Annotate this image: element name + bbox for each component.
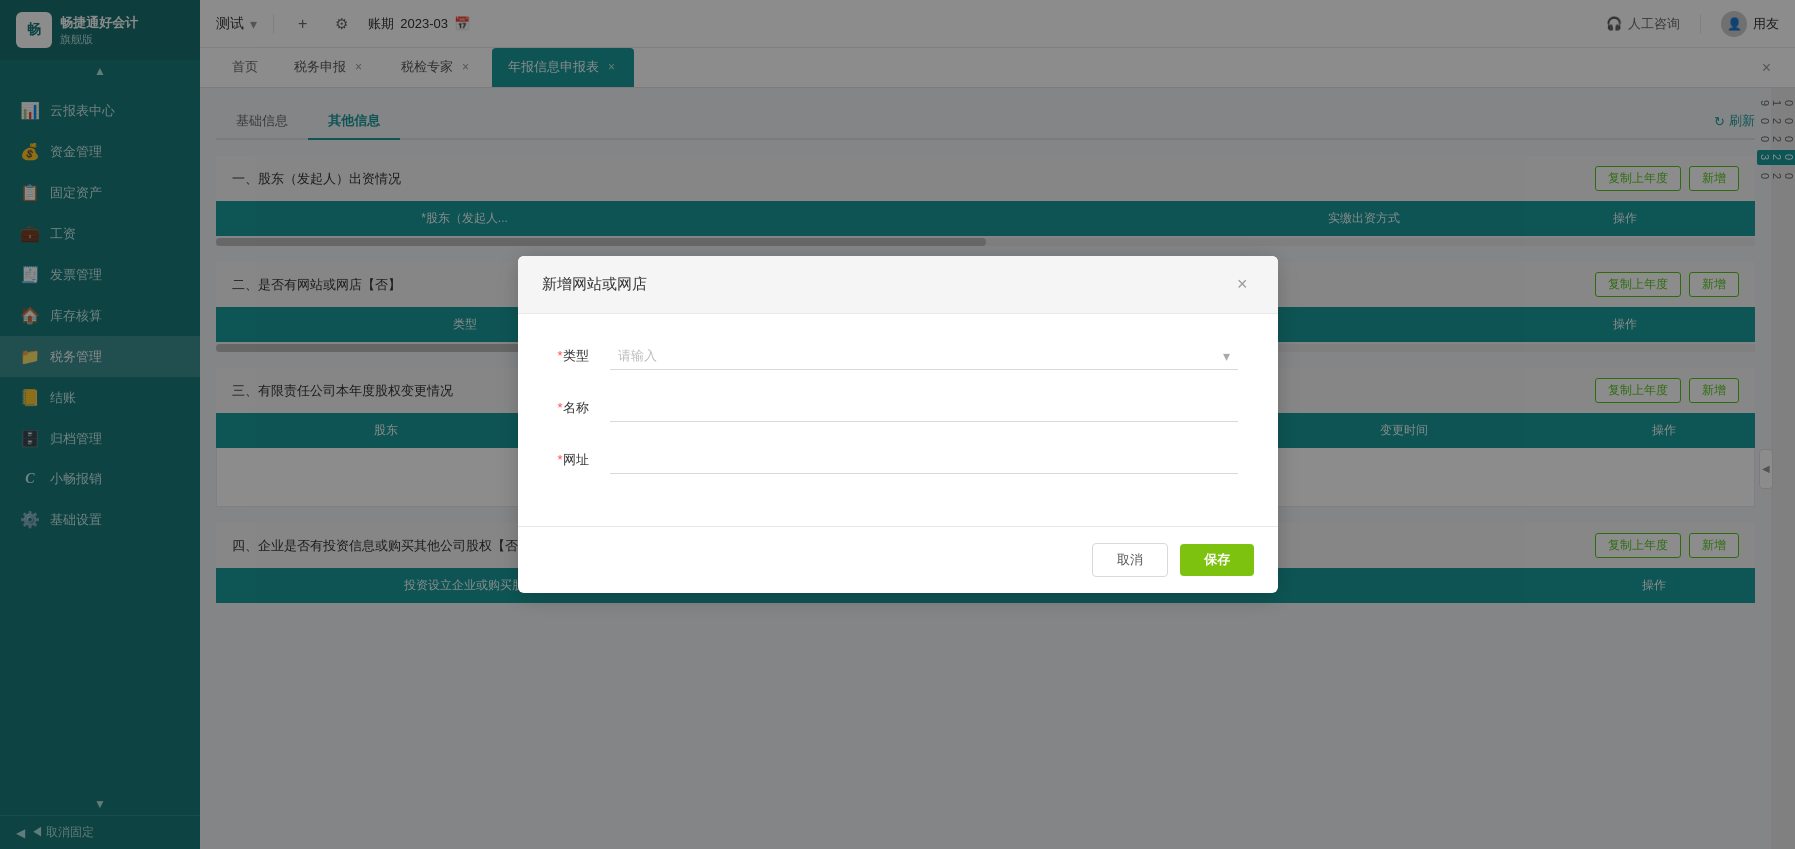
type-input-wrap: ▾ bbox=[610, 342, 1238, 370]
save-button[interactable]: 保存 bbox=[1180, 544, 1254, 576]
modal-footer: 取消 保存 bbox=[518, 526, 1278, 593]
modal-header: 新增网站或网店 × bbox=[518, 256, 1278, 314]
type-required-star: * bbox=[558, 348, 563, 363]
form-field-url: *网址 bbox=[558, 446, 1238, 474]
type-label: *类型 bbox=[558, 347, 598, 365]
name-input[interactable] bbox=[610, 394, 1238, 422]
modal-close-button[interactable]: × bbox=[1231, 272, 1254, 297]
url-input-wrap bbox=[610, 446, 1238, 474]
form-row-name: *名称 bbox=[558, 394, 1238, 422]
form-row-url: *网址 bbox=[558, 446, 1238, 474]
name-label: *名称 bbox=[558, 399, 598, 417]
name-required-star: * bbox=[558, 400, 563, 415]
url-required-star: * bbox=[558, 452, 563, 467]
modal-body: *类型 ▾ *名称 bbox=[518, 314, 1278, 526]
url-label: *网址 bbox=[558, 451, 598, 469]
url-input[interactable] bbox=[610, 446, 1238, 474]
form-field-name: *名称 bbox=[558, 394, 1238, 422]
type-input[interactable] bbox=[610, 342, 1238, 370]
cancel-button[interactable]: 取消 bbox=[1092, 543, 1168, 577]
modal-overlay[interactable]: 新增网站或网店 × *类型 ▾ *名 bbox=[0, 0, 1795, 849]
form-field-type: *类型 ▾ bbox=[558, 342, 1238, 370]
add-website-modal: 新增网站或网店 × *类型 ▾ *名 bbox=[518, 256, 1278, 593]
name-input-wrap bbox=[610, 394, 1238, 422]
modal-title: 新增网站或网店 bbox=[542, 275, 647, 294]
form-row-type: *类型 ▾ bbox=[558, 342, 1238, 370]
